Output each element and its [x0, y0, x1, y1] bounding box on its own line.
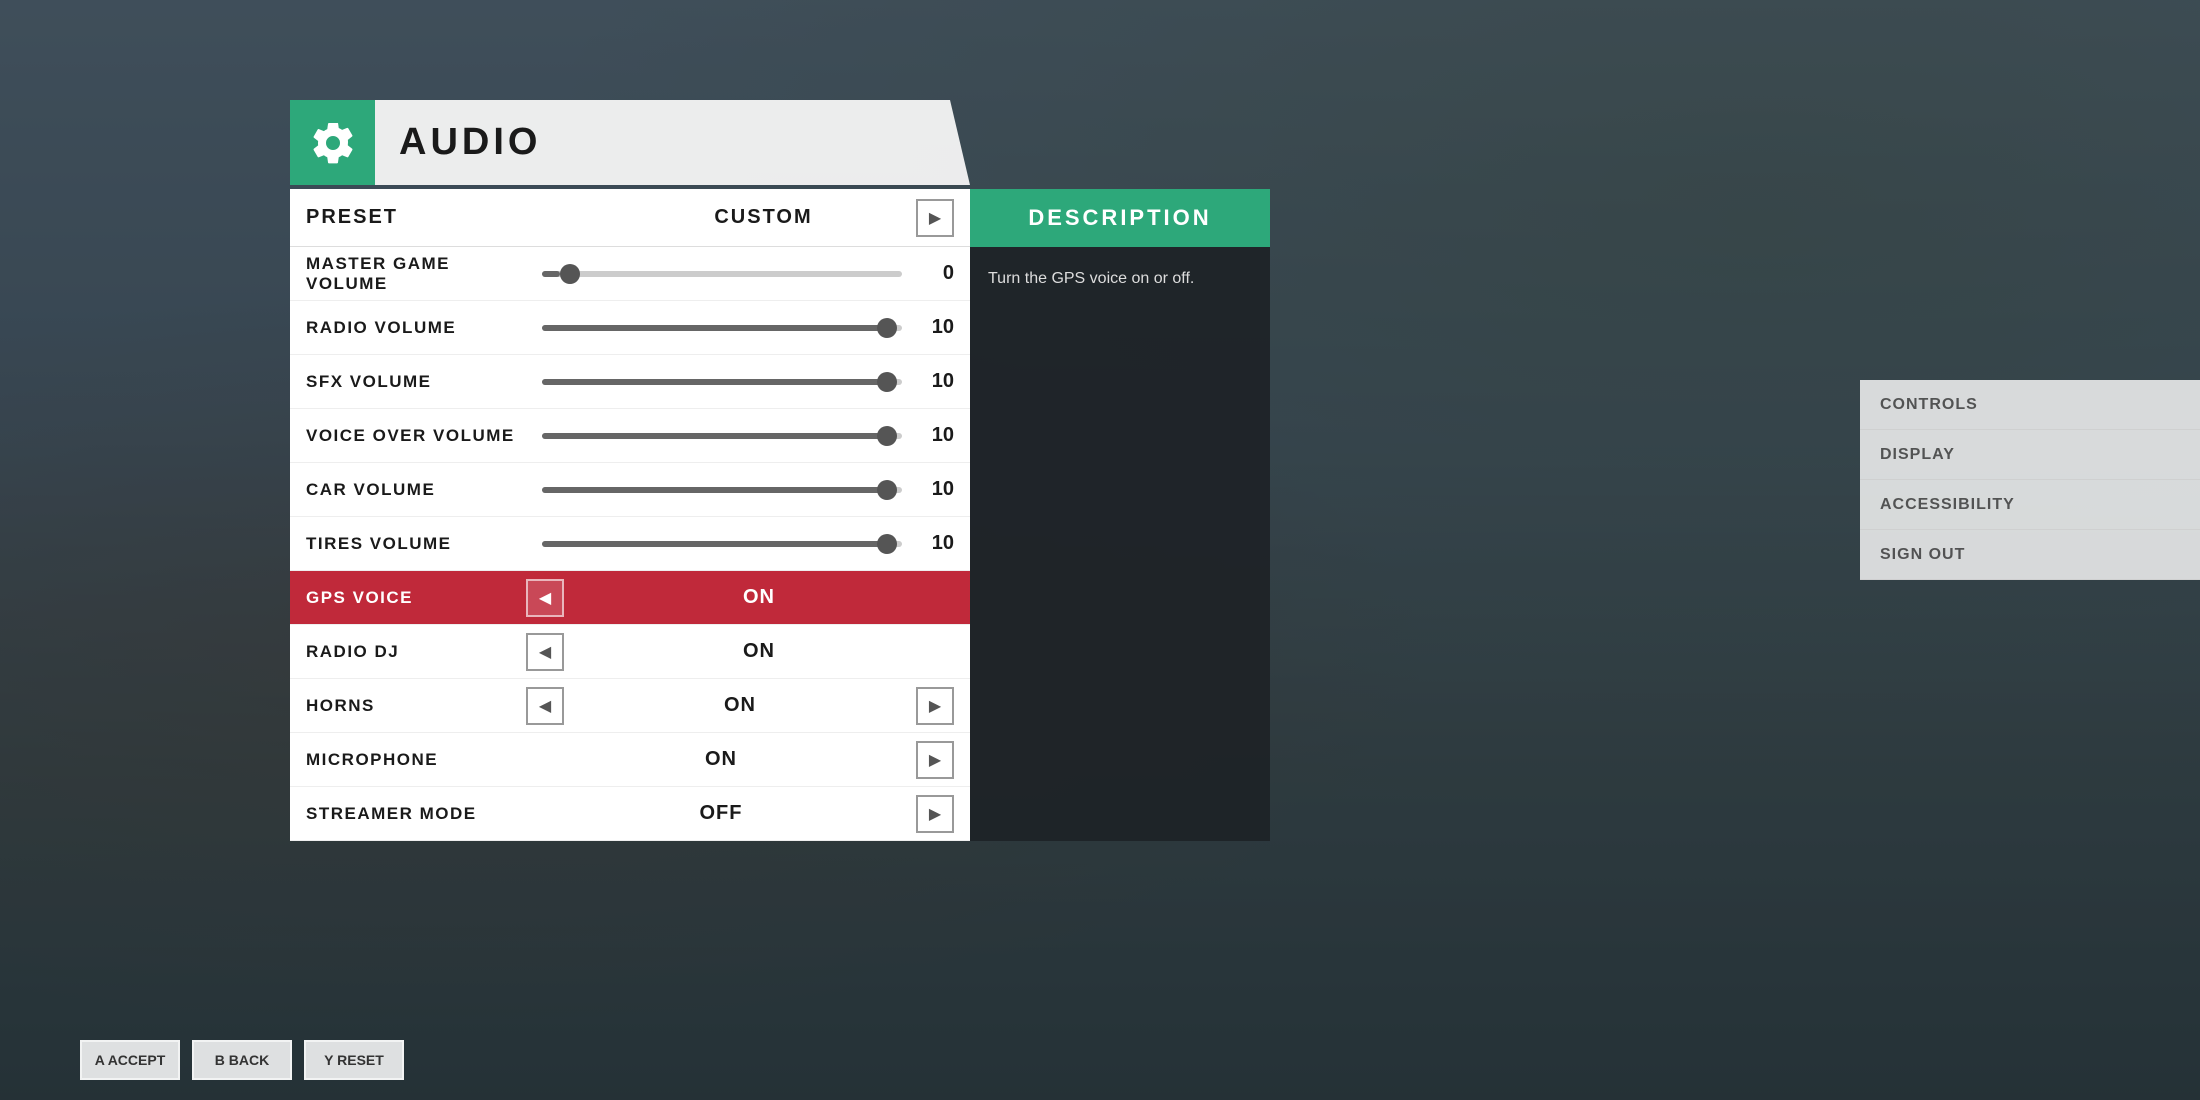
slider-value-1: 10 — [918, 316, 954, 339]
slider-value-2: 10 — [918, 370, 954, 393]
description-text: Turn the GPS voice on or off. — [988, 267, 1252, 291]
slider-value-5: 10 — [918, 532, 954, 555]
slider-label-0: MASTER GAME VOLUME — [306, 254, 526, 294]
slider-value-0: 0 — [918, 262, 954, 285]
toggle-row-radio-dj: RADIO DJ ◀ ON — [290, 625, 970, 679]
slider-fill-3 — [542, 433, 884, 439]
preset-custom-row: PRESET CUSTOM ▶ — [290, 189, 970, 247]
slider-track-3[interactable] — [542, 433, 902, 439]
slider-label-4: CAR VOLUME — [306, 480, 526, 500]
slider-row-0: MASTER GAME VOLUME 0 — [290, 247, 970, 301]
settings-panel: PRESET CUSTOM ▶ MASTER GAME VOLUME 0 RAD… — [290, 189, 970, 841]
slider-label-1: RADIO VOLUME — [306, 318, 526, 338]
slider-row-5: TIRES VOLUME 10 — [290, 517, 970, 571]
audio-icon-bg — [290, 100, 375, 185]
microphone-right-arrow[interactable]: ▶ — [916, 741, 954, 779]
toggle-value-4: OFF — [526, 802, 916, 825]
ui-container: AUDIO PRESET CUSTOM ▶ MASTER GAME VOLUME… — [290, 100, 1270, 841]
slider-fill-1 — [542, 325, 884, 331]
slider-track-0[interactable] — [542, 271, 902, 277]
toggle-row-streamer-mode: STREAMER MODE OFF ▶ — [290, 787, 970, 841]
toggle-row-horns: HORNS ◀ ON ▶ — [290, 679, 970, 733]
description-title: DESCRIPTION — [1028, 205, 1211, 231]
toggle-value-3: ON — [526, 748, 916, 771]
slider-thumb-0[interactable] — [560, 264, 580, 284]
slider-value-3: 10 — [918, 424, 954, 447]
radio-dj-left-arrow[interactable]: ◀ — [526, 633, 564, 671]
slider-label-3: VOICE OVER VOLUME — [306, 426, 526, 446]
toggle-label-4: STREAMER MODE — [306, 804, 526, 824]
toggle-label-3: MICROPHONE — [306, 750, 526, 770]
custom-label: CUSTOM — [611, 206, 916, 229]
description-header: DESCRIPTION — [970, 189, 1270, 247]
toggle-label-1: RADIO DJ — [306, 642, 526, 662]
nav-back-button[interactable]: B BACK — [192, 1040, 292, 1080]
horns-right-arrow[interactable]: ▶ — [916, 687, 954, 725]
right-menu-item-3[interactable]: SIGN OUT — [1860, 530, 2200, 580]
slider-thumb-5[interactable] — [877, 534, 897, 554]
right-menu-item-1[interactable]: DISPLAY — [1860, 430, 2200, 480]
slider-thumb-3[interactable] — [877, 426, 897, 446]
gps-voice-left-arrow[interactable]: ◀ — [526, 579, 564, 617]
nav-bar: A ACCEPT B BACK Y RESET — [80, 1040, 404, 1080]
slider-fill-0 — [542, 271, 560, 277]
nav-accept-button[interactable]: A ACCEPT — [80, 1040, 180, 1080]
slider-thumb-4[interactable] — [877, 480, 897, 500]
toggle-label-2: HORNS — [306, 696, 526, 716]
slider-thumb-2[interactable] — [877, 372, 897, 392]
slider-label-2: SFX VOLUME — [306, 372, 526, 392]
right-menu-item-2[interactable]: ACCESSIBILITY — [1860, 480, 2200, 530]
slider-track-4[interactable] — [542, 487, 902, 493]
right-menu-item-0[interactable]: CONTROLS — [1860, 380, 2200, 430]
gear-icon — [309, 119, 357, 167]
slider-value-4: 10 — [918, 478, 954, 501]
preset-next-button[interactable]: ▶ — [916, 199, 954, 237]
preset-label: PRESET — [306, 206, 611, 229]
toggle-value-0: ON — [564, 586, 954, 609]
slider-fill-4 — [542, 487, 884, 493]
slider-fill-5 — [542, 541, 884, 547]
toggle-value-2: ON — [564, 694, 916, 717]
description-body: Turn the GPS voice on or off. — [970, 247, 1270, 841]
toggle-row-microphone: MICROPHONE ON ▶ — [290, 733, 970, 787]
slider-row-1: RADIO VOLUME 10 — [290, 301, 970, 355]
main-panel: PRESET CUSTOM ▶ MASTER GAME VOLUME 0 RAD… — [290, 189, 1270, 841]
horns-left-arrow[interactable]: ◀ — [526, 687, 564, 725]
streamer-mode-right-arrow[interactable]: ▶ — [916, 795, 954, 833]
description-panel: DESCRIPTION Turn the GPS voice on or off… — [970, 189, 1270, 841]
slider-row-3: VOICE OVER VOLUME 10 — [290, 409, 970, 463]
nav-reset-button[interactable]: Y RESET — [304, 1040, 404, 1080]
page-title: AUDIO — [375, 100, 970, 185]
right-side-menu: CONTROLS DISPLAY ACCESSIBILITY SIGN OUT — [1860, 380, 2200, 580]
slider-label-5: TIRES VOLUME — [306, 534, 526, 554]
toggle-label-0: GPS VOICE — [306, 588, 526, 608]
slider-track-1[interactable] — [542, 325, 902, 331]
slider-track-5[interactable] — [542, 541, 902, 547]
slider-fill-2 — [542, 379, 884, 385]
title-bar: AUDIO — [290, 100, 970, 185]
toggle-row-gps-voice: GPS VOICE ◀ ON — [290, 571, 970, 625]
slider-row-4: CAR VOLUME 10 — [290, 463, 970, 517]
slider-thumb-1[interactable] — [877, 318, 897, 338]
slider-track-2[interactable] — [542, 379, 902, 385]
slider-row-2: SFX VOLUME 10 — [290, 355, 970, 409]
toggle-value-1: ON — [564, 640, 954, 663]
